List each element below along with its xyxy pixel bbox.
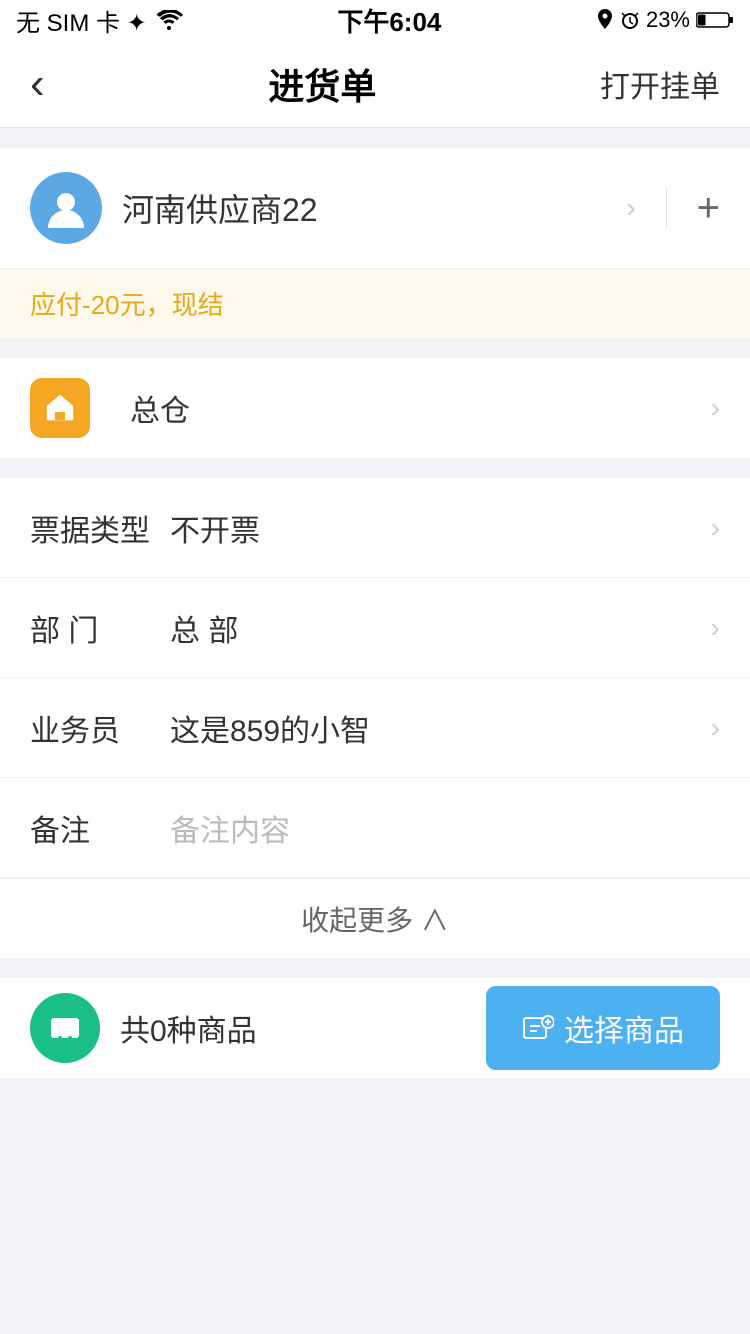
add-supplier-button[interactable]: +: [697, 186, 720, 231]
supplier-arrow-icon: ›: [626, 192, 635, 224]
product-count-label: 共0种商品: [120, 1006, 486, 1050]
person-icon: [44, 186, 88, 230]
select-product-icon: [522, 1012, 554, 1044]
supplier-card: 河南供应商22 › + 应付-20元，现结: [0, 148, 750, 338]
department-arrow-icon: ›: [711, 612, 720, 644]
salesperson-label: 业务员: [30, 706, 150, 750]
collapse-button[interactable]: 收起更多 ∧: [0, 878, 750, 958]
back-button[interactable]: ‹: [30, 62, 45, 106]
department-row[interactable]: 部 门 总 部 ›: [0, 578, 750, 678]
salesperson-row[interactable]: 业务员 这是859的小智 ›: [0, 678, 750, 778]
house-icon: [42, 390, 78, 426]
status-bar: 无 SIM 卡 ✦ 下午6:04 23%: [0, 0, 750, 40]
supplier-avatar: [30, 172, 102, 244]
bottom-bar: 共0种商品 选择商品: [0, 978, 750, 1078]
salesperson-value: 这是859的小智: [150, 706, 711, 750]
supplier-name: 河南供应商22: [122, 185, 626, 231]
open-pending-button[interactable]: 打开挂单: [600, 62, 720, 106]
salesperson-arrow-icon: ›: [711, 712, 720, 744]
location-icon: [596, 9, 614, 31]
department-value: 总 部: [150, 606, 711, 650]
notice-text: 应付-20元，现结: [30, 290, 224, 320]
remark-row[interactable]: 备注 备注内容: [0, 778, 750, 878]
page-title: 进货单: [268, 58, 376, 110]
status-left: 无 SIM 卡 ✦: [16, 3, 183, 38]
gap-1: [0, 128, 750, 148]
warehouse-row[interactable]: 总仓 ›: [0, 358, 750, 458]
invoice-type-row[interactable]: 票据类型 不开票 ›: [0, 478, 750, 578]
notice-bar: 应付-20元，现结: [0, 269, 750, 338]
supplier-row[interactable]: 河南供应商22 › +: [0, 148, 750, 269]
invoice-type-label: 票据类型: [30, 506, 150, 550]
select-product-button[interactable]: 选择商品: [486, 986, 720, 1070]
status-right: 23%: [596, 7, 734, 33]
warehouse-card: 总仓 ›: [0, 358, 750, 458]
product-icon: [30, 993, 100, 1063]
sim-label: 无 SIM 卡 ✦: [16, 3, 147, 38]
collapse-label: 收起更多 ∧: [301, 899, 449, 939]
warehouse-label: 总仓: [110, 386, 711, 430]
select-product-label: 选择商品: [564, 1006, 684, 1050]
nav-bar: ‹ 进货单 打开挂单: [0, 40, 750, 128]
time-label: 下午6:04: [337, 2, 441, 39]
gap-2: [0, 338, 750, 358]
alarm-icon: [620, 9, 640, 31]
battery-icon: [696, 11, 734, 29]
warehouse-arrow-icon: ›: [711, 392, 720, 424]
form-card: 票据类型 不开票 › 部 门 总 部 › 业务员 这是859的小智 › 备注 备…: [0, 478, 750, 958]
invoice-type-arrow-icon: ›: [711, 512, 720, 544]
department-label: 部 门: [30, 606, 150, 650]
remark-label: 备注: [30, 806, 150, 850]
remark-input[interactable]: 备注内容: [150, 806, 720, 850]
gap-3: [0, 458, 750, 478]
wifi-icon: [155, 10, 183, 30]
warehouse-icon: [30, 378, 90, 438]
supplier-divider: [666, 188, 667, 228]
cart-icon: [45, 1008, 85, 1048]
invoice-type-value: 不开票: [150, 506, 711, 550]
battery-label: 23%: [646, 7, 690, 33]
